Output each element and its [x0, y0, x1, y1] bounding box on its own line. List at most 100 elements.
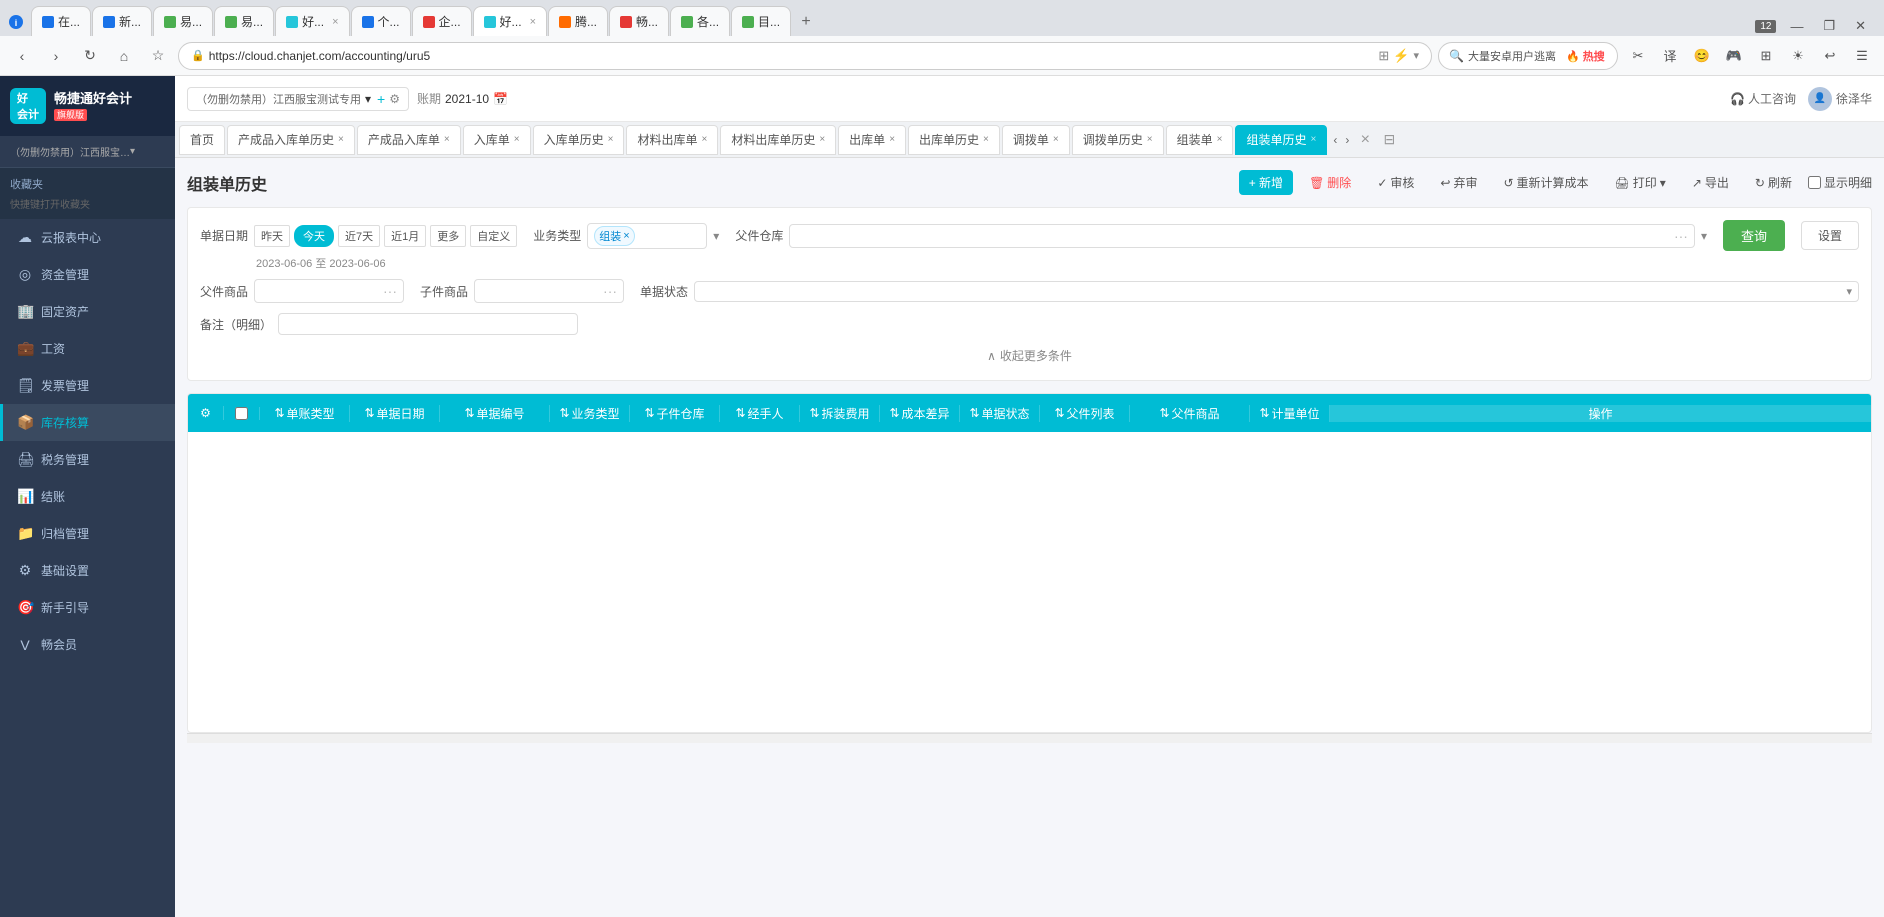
sidebar-item-fund[interactable]: ◎ 资金管理 [0, 256, 175, 293]
app-tab-production[interactable]: 产成品入库单 × [357, 125, 461, 155]
address-bar[interactable]: 🔒 https://cloud.chanjet.com/accounting/u… [178, 42, 1432, 70]
app-tab-inbound-close[interactable]: × [514, 134, 520, 145]
sidebar-item-guide[interactable]: 🎯 新手引导 [0, 589, 175, 626]
company-selector[interactable]: （勿删勿禁用）江西服宝测试专用 ▾ [0, 136, 175, 168]
close-window-button[interactable]: ✕ [1849, 16, 1872, 36]
browser-tab-9[interactable]: 腾... [548, 6, 608, 36]
browser-tab-8[interactable]: 好... × [473, 6, 547, 36]
emoji-icon-btn[interactable]: 😊 [1688, 42, 1716, 70]
app-tab-outbound-history-close[interactable]: × [983, 134, 989, 145]
browser-tab-4[interactable]: 易... [214, 6, 274, 36]
menu-icon-btn[interactable]: ☰ [1848, 42, 1876, 70]
th-handler[interactable]: ⇅ 经手人 [720, 405, 800, 422]
th-unit[interactable]: ⇅ 计量单位 [1250, 405, 1330, 422]
th-parent-list[interactable]: ⇅ 父件列表 [1040, 405, 1130, 422]
app-tab-outbound-history[interactable]: 出库单历史 × [908, 125, 1000, 155]
show-detail-label[interactable]: 显示明细 [1808, 174, 1872, 191]
date-btn-1month[interactable]: 近1月 [384, 225, 426, 247]
business-type-dropdown-icon[interactable]: ▾ [713, 229, 719, 243]
delete-button[interactable]: 🗑 删除 [1299, 170, 1361, 195]
sidebar-item-fixed-asset[interactable]: 🏢 固定资产 [0, 293, 175, 330]
app-tab-material-out-history-close[interactable]: × [819, 134, 825, 145]
app-tab-production-history[interactable]: 产成品入库单历史 × [227, 125, 355, 155]
browser-tab-11[interactable]: 各... [670, 6, 730, 36]
date-btn-custom[interactable]: 自定义 [470, 225, 517, 247]
app-tab-transfer[interactable]: 调拨单 × [1002, 125, 1070, 155]
sidebar-item-payroll[interactable]: 💼 工资 [0, 330, 175, 367]
sidebar-item-invoice[interactable]: 🗒 发票管理 [0, 367, 175, 404]
app-tab-production-close[interactable]: × [444, 134, 450, 145]
refresh-button[interactable]: ↻ 刷新 [1745, 170, 1802, 195]
parent-item-more-icon[interactable]: ··· [383, 283, 397, 299]
browser-tab-2[interactable]: 新... [92, 6, 152, 36]
browser-tab-1[interactable]: 在... [31, 6, 91, 36]
th-bill-date[interactable]: ⇅ 单据日期 [350, 405, 440, 422]
bookmark-button[interactable]: ☆ [144, 42, 172, 70]
app-tab-material-out[interactable]: 材料出库单 × [626, 125, 718, 155]
sidebar-item-tax[interactable]: 🖨 税务管理 [0, 441, 175, 478]
search-bar[interactable]: 🔍 大量安卓用户逃离 🔥 热搜 [1438, 42, 1618, 70]
app-tab-assembly[interactable]: 组装单 × [1166, 125, 1234, 155]
th-cost-variance[interactable]: ⇅ 成本差异 [880, 405, 960, 422]
browser-tab-10[interactable]: 畅... [609, 6, 669, 36]
sun-icon-btn[interactable]: ☀ [1784, 42, 1812, 70]
date-btn-7days[interactable]: 近7天 [338, 225, 380, 247]
tab-close-5[interactable]: × [332, 16, 338, 28]
th-settings[interactable]: ⚙ [188, 406, 224, 420]
browser-tab-7[interactable]: 企... [412, 6, 472, 36]
tab-more-options[interactable]: ⊟ [1377, 128, 1401, 152]
app-tab-transfer-history[interactable]: 调拨单历史 × [1072, 125, 1164, 155]
restore-button[interactable]: ❐ [1817, 16, 1841, 36]
collapse-button[interactable]: ∧ 收起更多条件 [200, 343, 1859, 368]
sidebar-item-inventory[interactable]: 📦 库存核算 [0, 404, 175, 441]
dropdown-arrow-icon[interactable]: ▾ [1413, 49, 1419, 62]
parent-warehouse-more-icon[interactable]: ··· [1674, 228, 1688, 244]
app-tab-inbound[interactable]: 入库单 × [463, 125, 531, 155]
th-bill-type[interactable]: ⇅ 单账类型 [260, 405, 350, 422]
tab-close-8[interactable]: × [530, 16, 536, 28]
unaudit-button[interactable]: ↩ 弃审 [1430, 170, 1487, 195]
app-tab-assembly-history[interactable]: 组装单历史 × [1235, 125, 1327, 155]
sidebar-item-settlement[interactable]: 📊 结账 [0, 478, 175, 515]
new-tab-button[interactable]: + [792, 8, 820, 36]
app-company-selector[interactable]: （勿删勿禁用）江西服宝测试专用 ▾ + ⚙ [187, 87, 409, 111]
parent-warehouse-dropdown-icon[interactable]: ▾ [1701, 229, 1707, 243]
export-button[interactable]: ↗ 导出 [1682, 170, 1739, 195]
sidebar-item-cloud-report[interactable]: ☁ 云报表中心 [0, 219, 175, 256]
app-tab-assembly-history-close[interactable]: × [1310, 134, 1316, 145]
child-item-input[interactable]: ··· [474, 279, 624, 303]
horizontal-scrollbar[interactable] [187, 733, 1872, 743]
sidebar-item-settings[interactable]: ⚙ 基础设置 [0, 552, 175, 589]
th-checkbox[interactable] [224, 407, 260, 420]
date-btn-yesterday[interactable]: 昨天 [254, 225, 290, 247]
favorites-title[interactable]: 收藏夹 [10, 176, 165, 192]
business-type-tag-remove[interactable]: × [623, 230, 629, 242]
date-btn-today[interactable]: 今天 [294, 225, 334, 247]
parent-warehouse-input[interactable]: ··· [789, 224, 1695, 248]
audit-button[interactable]: ✓ 审核 [1367, 170, 1424, 195]
add-company-btn[interactable]: + [377, 91, 385, 107]
app-tab-outbound-close[interactable]: × [889, 134, 895, 145]
select-all-checkbox[interactable] [235, 407, 248, 420]
app-tab-inbound-history-close[interactable]: × [608, 134, 614, 145]
browser-tab-5[interactable]: 好... × [275, 6, 349, 36]
app-tab-transfer-history-close[interactable]: × [1147, 134, 1153, 145]
recalculate-button[interactable]: ↺ 重新计算成本 [1493, 170, 1598, 195]
parent-item-input[interactable]: ··· [254, 279, 404, 303]
calendar-icon[interactable]: 📅 [493, 92, 508, 106]
customer-service[interactable]: 🎧 人工咨询 [1730, 90, 1796, 107]
back-button[interactable]: ‹ [8, 42, 36, 70]
reload-button[interactable]: ↻ [76, 42, 104, 70]
company-settings-icon[interactable]: ⚙ [389, 92, 400, 106]
app-tab-material-out-close[interactable]: × [701, 134, 707, 145]
bill-status-select[interactable]: ▾ [694, 281, 1859, 302]
minimize-button[interactable]: — [1784, 17, 1809, 36]
app-tab-outbound[interactable]: 出库单 × [838, 125, 906, 155]
sidebar-item-member[interactable]: V 畅会员 [0, 626, 175, 663]
home-button[interactable]: ⌂ [110, 42, 138, 70]
tab-scroll-right[interactable]: › [1341, 133, 1353, 147]
tab-scroll-left[interactable]: ‹ [1329, 133, 1341, 147]
browser-tab-3[interactable]: 易... [153, 6, 213, 36]
th-bill-no[interactable]: ⇅ 单据编号 [440, 405, 550, 422]
th-biz-type[interactable]: ⇅ 业务类型 [550, 405, 630, 422]
